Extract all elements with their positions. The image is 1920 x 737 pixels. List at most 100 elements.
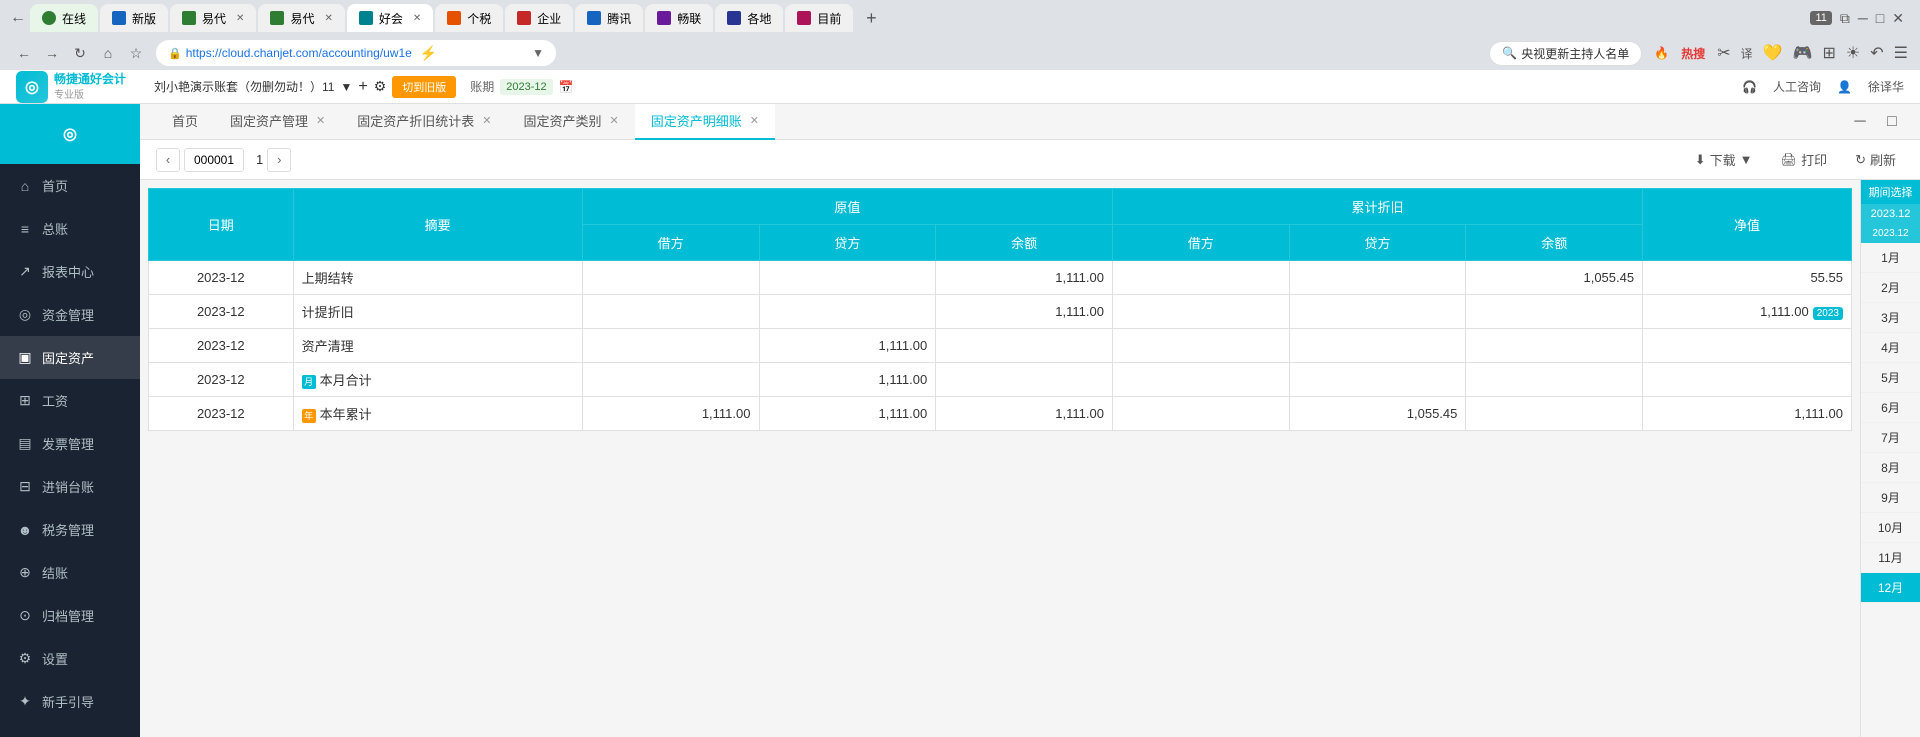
cell-value — [1466, 295, 1643, 329]
sidebar-item-closing[interactable]: ⊕ 结账 — [0, 551, 140, 594]
browser-tab-tax[interactable]: 个税 — [435, 4, 503, 32]
browser-tab-enterprise[interactable]: 企业 — [505, 4, 573, 32]
cell-date: 2023-12 — [149, 295, 294, 329]
sidebar-label-ledger: 总账 — [42, 219, 68, 238]
back-button[interactable]: ← — [8, 8, 28, 28]
tab-close-yidai2[interactable]: ✕ — [324, 13, 332, 24]
sidebar-item-invoice[interactable]: ▤ 发票管理 — [0, 422, 140, 465]
search-box[interactable]: 🔍 央视更新主持人名单 — [1489, 41, 1642, 66]
close-window-button[interactable]: ✕ — [1892, 10, 1904, 27]
next-page-button[interactable]: › — [267, 148, 291, 172]
cell-value — [759, 295, 936, 329]
sidebar-item-reports[interactable]: ↗ 报表中心 — [0, 250, 140, 293]
forward-nav-button[interactable]: → — [40, 41, 64, 65]
period-month-item[interactable]: 7月 — [1861, 423, 1920, 453]
scissors-icon[interactable]: ✂ — [1717, 43, 1730, 63]
tab-fixed-mgmt-close[interactable]: ✕ — [316, 114, 325, 127]
tab-home[interactable]: 首页 — [156, 104, 214, 140]
cell-value — [582, 329, 759, 363]
browser-tab-gedi[interactable]: 各地 — [715, 4, 783, 32]
sidebar-item-inventory[interactable]: ⊟ 进销台账 — [0, 465, 140, 508]
tab-minimize-button[interactable]: ─ — [1848, 110, 1872, 134]
period-month-item[interactable]: 4月 — [1861, 333, 1920, 363]
user-label[interactable]: 徐译华 — [1868, 78, 1904, 95]
th-net-value: 净值 — [1643, 189, 1852, 261]
calendar-icon[interactable]: 📅 — [559, 80, 574, 94]
sidebar-item-home[interactable]: ⌂ 首页 — [0, 164, 140, 207]
sidebar-item-guide[interactable]: ✦ 新手引导 — [0, 680, 140, 723]
dropdown-icon[interactable]: ▼ — [532, 46, 544, 60]
home-nav-button[interactable]: ⌂ — [96, 41, 120, 65]
account-dropdown-icon[interactable]: ▼ — [340, 80, 352, 94]
tab-label: 各地 — [747, 10, 771, 27]
restore-window-button[interactable]: ⧉ — [1840, 10, 1850, 27]
sidebar-item-payroll[interactable]: ⊞ 工资 — [0, 379, 140, 422]
account-settings-icon[interactable]: ⚙ — [374, 78, 387, 95]
tab-asset-detail[interactable]: 固定资产明细账 ✕ — [635, 104, 775, 140]
grid-icon[interactable]: ⊞ — [1823, 43, 1836, 63]
tab-close-haokuai[interactable]: ✕ — [413, 13, 421, 24]
sidebar-item-ledger[interactable]: ≡ 总账 — [0, 207, 140, 250]
tab-depreciation-stats-close[interactable]: ✕ — [482, 114, 491, 127]
cell-value: 1,111.00 — [759, 363, 936, 397]
browser-tab-mubiao[interactable]: 目前 — [785, 4, 853, 32]
cell-value: 1,111.00 — [936, 261, 1113, 295]
browser-tab-online[interactable]: 在线 — [30, 4, 98, 32]
maximize-button[interactable]: □ — [1876, 10, 1884, 26]
reload-button[interactable]: ↻ — [68, 41, 92, 65]
sidebar-item-archive[interactable]: ⊙ 归档管理 — [0, 594, 140, 637]
period-month-item[interactable]: 1月 — [1861, 243, 1920, 273]
sidebar-item-funds[interactable]: ◎ 资金管理 — [0, 293, 140, 336]
help-label[interactable]: 人工咨询 — [1773, 78, 1821, 95]
minimize-button[interactable]: ─ — [1858, 10, 1868, 26]
tab-fixed-mgmt[interactable]: 固定资产管理 ✕ — [214, 104, 341, 140]
th-orig-debit: 借方 — [582, 225, 759, 261]
tab-asset-category[interactable]: 固定资产类别 ✕ — [507, 104, 634, 140]
browser-tab-new[interactable]: 新版 — [100, 4, 168, 32]
prev-page-button[interactable]: ‹ — [156, 148, 180, 172]
page-number-input[interactable] — [184, 148, 244, 172]
sidebar-item-settings[interactable]: ⚙ 设置 — [0, 637, 140, 680]
refresh-button[interactable]: ↻ 刷新 — [1847, 146, 1904, 173]
switch-version-button[interactable]: 切到旧版 — [392, 76, 456, 98]
browser-tab-chang[interactable]: 畅联 — [645, 4, 713, 32]
brightness-icon[interactable]: ☀ — [1846, 43, 1860, 63]
period-month-item[interactable]: 6月 — [1861, 393, 1920, 423]
period-month-item[interactable]: 11月 — [1861, 543, 1920, 573]
period-month-item[interactable]: 5月 — [1861, 363, 1920, 393]
tab-asset-detail-label: 固定资产明细账 — [651, 111, 742, 130]
period-month-item[interactable]: 9月 — [1861, 483, 1920, 513]
tab-asset-detail-close[interactable]: ✕ — [750, 114, 759, 127]
history-icon[interactable]: ↶ — [1870, 43, 1883, 63]
browser-tab-haokuai[interactable]: 好会 ✕ — [347, 4, 433, 32]
tab-maximize-button[interactable]: □ — [1880, 110, 1904, 134]
game-icon[interactable]: 🎮 — [1793, 43, 1813, 63]
back-nav-button[interactable]: ← — [12, 41, 36, 65]
period-month-item[interactable]: 8月 — [1861, 453, 1920, 483]
browser-tab-yidai2[interactable]: 易代 ✕ — [258, 4, 344, 32]
period-month-item[interactable]: 10月 — [1861, 513, 1920, 543]
tab-asset-category-close[interactable]: ✕ — [610, 114, 619, 127]
period-month-item[interactable]: 12月 — [1861, 573, 1920, 603]
tab-depreciation-stats[interactable]: 固定资产折旧统计表 ✕ — [341, 104, 507, 140]
browser-tab-tencent[interactable]: 腾讯 — [575, 4, 643, 32]
wallet-icon[interactable]: 💛 — [1763, 43, 1783, 63]
download-button[interactable]: ⬇ 下载 ▼ — [1687, 146, 1761, 173]
add-account-button[interactable]: + — [358, 78, 367, 96]
url-bar[interactable]: 🔒 https://cloud.chanjet.com/accounting/u… — [156, 40, 556, 66]
browser-tab-yidai1[interactable]: 易代 ✕ — [170, 4, 256, 32]
bookmark-button[interactable]: ☆ — [124, 41, 148, 65]
sidebar-label-tax: 税务管理 — [42, 520, 94, 539]
content-area: 首页 固定资产管理 ✕ 固定资产折旧统计表 ✕ 固定资产类别 ✕ 固定资产明细账… — [140, 104, 1920, 737]
period-month-item[interactable]: 2月 — [1861, 273, 1920, 303]
logo-text: 畅捷通好会计 — [54, 72, 126, 86]
translate-icon[interactable]: 译 — [1741, 45, 1753, 62]
menu-icon[interactable]: ☰ — [1894, 43, 1908, 63]
sidebar-item-tax[interactable]: ☻ 税务管理 — [0, 508, 140, 551]
print-button[interactable]: 🖨 打印 — [1773, 146, 1836, 173]
new-tab-button[interactable]: + — [859, 6, 883, 30]
tab-close-yidai1[interactable]: ✕ — [236, 13, 244, 24]
period-month-item[interactable]: 3月 — [1861, 303, 1920, 333]
sidebar-item-fixed-assets[interactable]: ▣ 固定资产 — [0, 336, 140, 379]
cell-value — [1466, 397, 1643, 431]
